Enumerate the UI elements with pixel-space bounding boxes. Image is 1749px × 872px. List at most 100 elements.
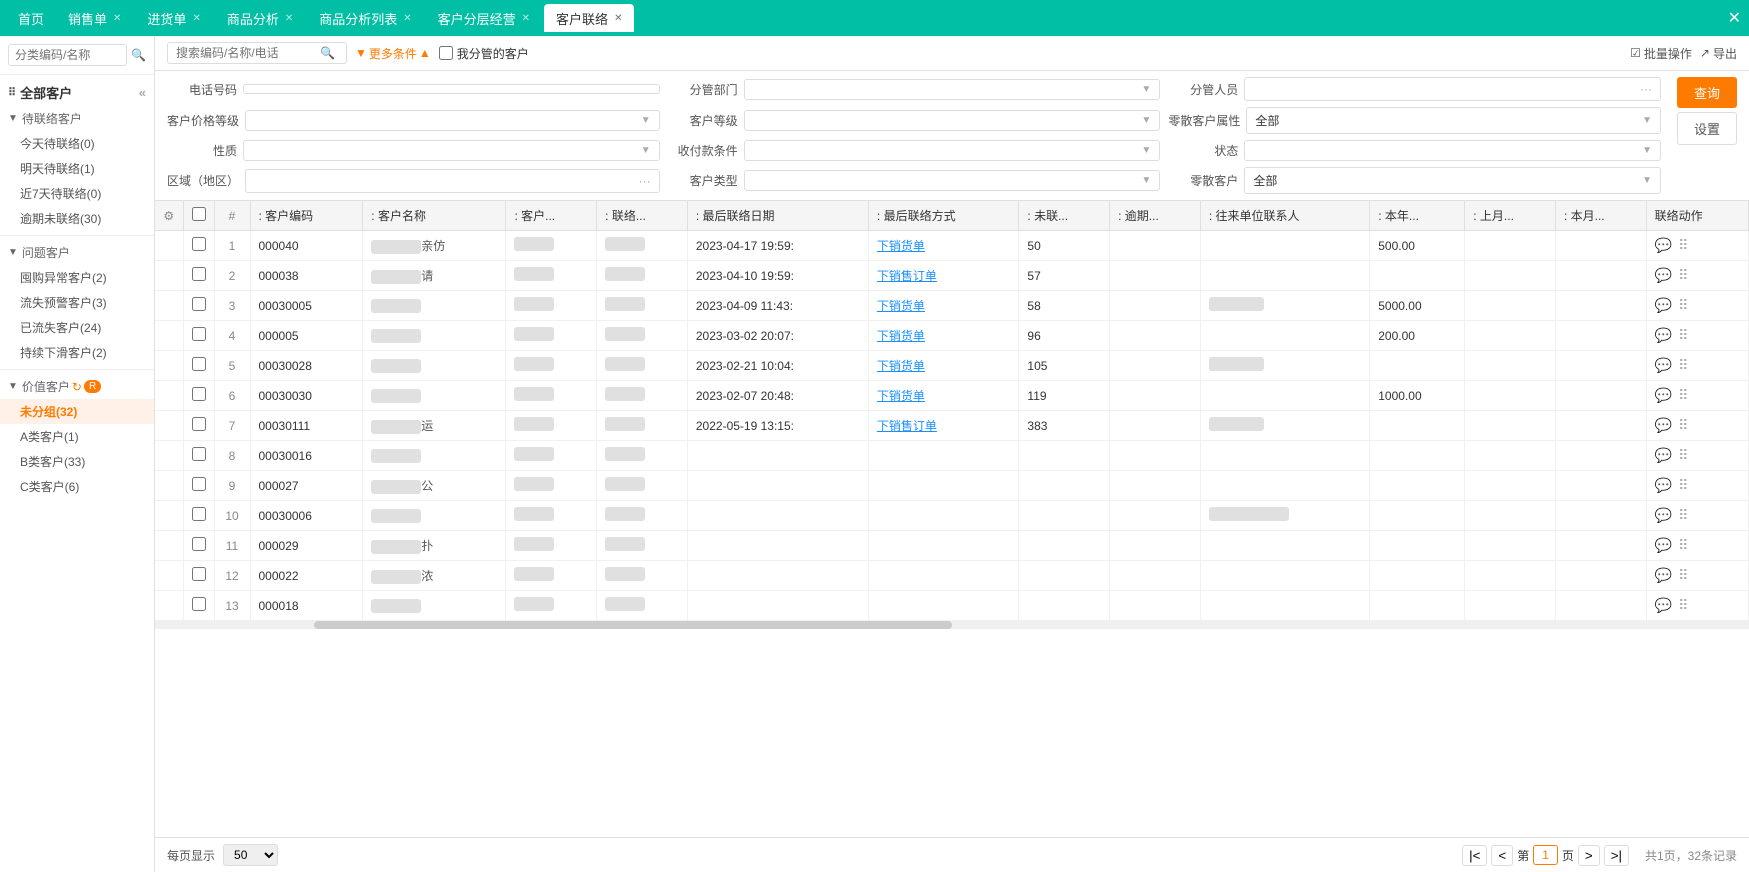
last-contact-method[interactable] (868, 471, 1019, 501)
refresh-value-icon[interactable]: ↻ (72, 380, 82, 394)
more-action-icon[interactable]: ⠿ (1678, 597, 1688, 614)
sidebar-item-churned[interactable]: 已流失客户(24) (0, 315, 154, 340)
col-days-not-contacted[interactable]: : 未联... (1019, 201, 1110, 231)
contact-action-icon[interactable]: 💬 (1655, 417, 1672, 434)
sidebar-section-pending[interactable]: ▼ 待联络客户 (0, 106, 154, 131)
contact-action-icon[interactable]: 💬 (1655, 297, 1672, 314)
more-action-icon[interactable]: ⠿ (1678, 447, 1688, 464)
nav-tab-customer-contact[interactable]: 客户联络 ✕ (544, 4, 634, 32)
more-action-icon[interactable]: ⠿ (1678, 267, 1688, 284)
contact-method-link[interactable]: 下销售订单 (877, 419, 937, 433)
nav-tab-sales[interactable]: 销售单 ✕ (56, 4, 133, 32)
contact-action-icon[interactable]: 💬 (1655, 447, 1672, 464)
contact-method-link[interactable]: 下销货单 (877, 359, 925, 373)
more-action-icon[interactable]: ⠿ (1678, 567, 1688, 584)
sidebar-item-class-b[interactable]: B类客户(33) (0, 449, 154, 474)
last-contact-method[interactable]: 下销货单 (868, 291, 1019, 321)
main-search-input[interactable] (176, 46, 316, 60)
last-contact-method[interactable]: 下销售订单 (868, 411, 1019, 441)
customer-type-select[interactable]: ▼ (744, 170, 1161, 191)
row-checkbox[interactable] (192, 477, 206, 491)
sidebar-item-class-c[interactable]: C类客户(6) (0, 474, 154, 499)
last-contact-method[interactable]: 下销货单 (868, 351, 1019, 381)
status-select[interactable]: ▼ (1244, 140, 1661, 161)
row-checkbox[interactable] (192, 327, 206, 341)
more-action-icon[interactable]: ⠿ (1678, 357, 1688, 374)
close-sales-tab[interactable]: ✕ (113, 13, 121, 24)
row-checkbox[interactable] (192, 297, 206, 311)
contact-method-link[interactable]: 下销货单 (877, 299, 925, 313)
sidebar-item-today[interactable]: 今天待联络(0) (0, 131, 154, 156)
col-related-contact[interactable]: : 往来单位联系人 (1200, 201, 1369, 231)
last-contact-method[interactable] (868, 591, 1019, 621)
sidebar-search-icon[interactable]: 🔍 (131, 48, 146, 62)
dept-select[interactable]: ▼ (744, 79, 1161, 100)
col-overdue[interactable]: : 逾期... (1110, 201, 1201, 231)
contact-method-link[interactable]: 下销货单 (877, 239, 925, 253)
row-checkbox[interactable] (192, 507, 206, 521)
close-analysis-tab[interactable]: ✕ (285, 13, 293, 24)
nav-home[interactable]: 首页 (8, 9, 54, 28)
contact-action-icon[interactable]: 💬 (1655, 267, 1672, 284)
sidebar-section-value[interactable]: ▼ 价值客户 ↻ R (0, 374, 154, 399)
my-customers-checkbox[interactable] (439, 46, 453, 60)
nav-tab-analysis-list[interactable]: 商品分析列表 ✕ (307, 4, 423, 32)
more-action-icon[interactable]: ⠿ (1678, 537, 1688, 554)
col-last-contact-date[interactable]: : 最后联络日期 (687, 201, 868, 231)
main-search-icon[interactable]: 🔍 (320, 46, 335, 60)
nav-tab-purchase[interactable]: 进货单 ✕ (135, 4, 212, 32)
last-contact-method[interactable]: 下销货单 (868, 231, 1019, 261)
last-page-btn[interactable]: >| (1604, 845, 1629, 866)
sidebar-collapse-icon[interactable]: « (139, 85, 146, 100)
reset-button[interactable]: 设置 (1677, 112, 1737, 145)
row-checkbox[interactable] (192, 597, 206, 611)
sidebar-search-input[interactable] (8, 44, 127, 66)
manager-more-icon[interactable]: ··· (1640, 82, 1652, 96)
more-action-icon[interactable]: ⠿ (1678, 297, 1688, 314)
horizontal-scrollbar[interactable] (155, 621, 1749, 629)
nature-select[interactable]: ▼ (243, 140, 660, 161)
contact-action-icon[interactable]: 💬 (1655, 477, 1672, 494)
more-action-icon[interactable]: ⠿ (1678, 417, 1688, 434)
export-btn[interactable]: ↗ 导出 (1700, 45, 1737, 62)
more-action-icon[interactable]: ⠿ (1678, 327, 1688, 344)
sidebar-item-churn-warning[interactable]: 流失预警客户(3) (0, 290, 154, 315)
sidebar-item-tomorrow[interactable]: 明天待联络(1) (0, 156, 154, 181)
row-checkbox[interactable] (192, 387, 206, 401)
settings-gear-icon[interactable]: ⚙ (163, 209, 174, 223)
last-contact-method[interactable] (868, 531, 1019, 561)
contact-action-icon[interactable]: 💬 (1655, 597, 1672, 614)
payment-select[interactable]: ▼ (744, 140, 1161, 161)
manager-input[interactable]: ··· (1244, 77, 1661, 101)
customer-grade-select[interactable]: ▼ (744, 110, 1161, 131)
sidebar-all-customers[interactable]: ⠿ 全部客户 « (0, 75, 154, 106)
price-grade-select[interactable]: ▼ (245, 110, 660, 131)
sidebar-item-declining[interactable]: 持续下滑客户(2) (0, 340, 154, 365)
prev-page-btn[interactable]: < (1491, 845, 1513, 866)
region-more-icon[interactable]: ··· (639, 174, 651, 188)
last-contact-method[interactable] (868, 441, 1019, 471)
last-contact-method[interactable]: 下销售订单 (868, 261, 1019, 291)
row-checkbox[interactable] (192, 267, 206, 281)
col-customer-name[interactable]: : 客户名称 (363, 201, 506, 231)
select-all-checkbox[interactable] (192, 207, 206, 221)
last-contact-method[interactable]: 下销货单 (868, 321, 1019, 351)
col-customer-type[interactable]: : 客户... (506, 201, 597, 231)
query-button[interactable]: 查询 (1677, 77, 1737, 108)
phone-input[interactable] (243, 84, 660, 94)
sidebar-section-problem[interactable]: ▼ 问题客户 (0, 240, 154, 265)
contact-method-link[interactable]: 下销货单 (877, 389, 925, 403)
row-checkbox[interactable] (192, 417, 206, 431)
row-checkbox[interactable] (192, 357, 206, 371)
row-checkbox[interactable] (192, 237, 206, 251)
contact-action-icon[interactable]: 💬 (1655, 327, 1672, 344)
col-customer-code[interactable]: : 客户编码 (250, 201, 363, 231)
contact-action-icon[interactable]: 💬 (1655, 237, 1672, 254)
col-last-month[interactable]: : 上月... (1465, 201, 1556, 231)
contact-action-icon[interactable]: 💬 (1655, 507, 1672, 524)
col-check-all[interactable] (183, 201, 214, 231)
sidebar-item-hoarding-abnormal[interactable]: 囤购异常客户(2) (0, 265, 154, 290)
next-page-btn[interactable]: > (1578, 845, 1600, 866)
row-checkbox[interactable] (192, 567, 206, 581)
more-action-icon[interactable]: ⠿ (1678, 477, 1688, 494)
